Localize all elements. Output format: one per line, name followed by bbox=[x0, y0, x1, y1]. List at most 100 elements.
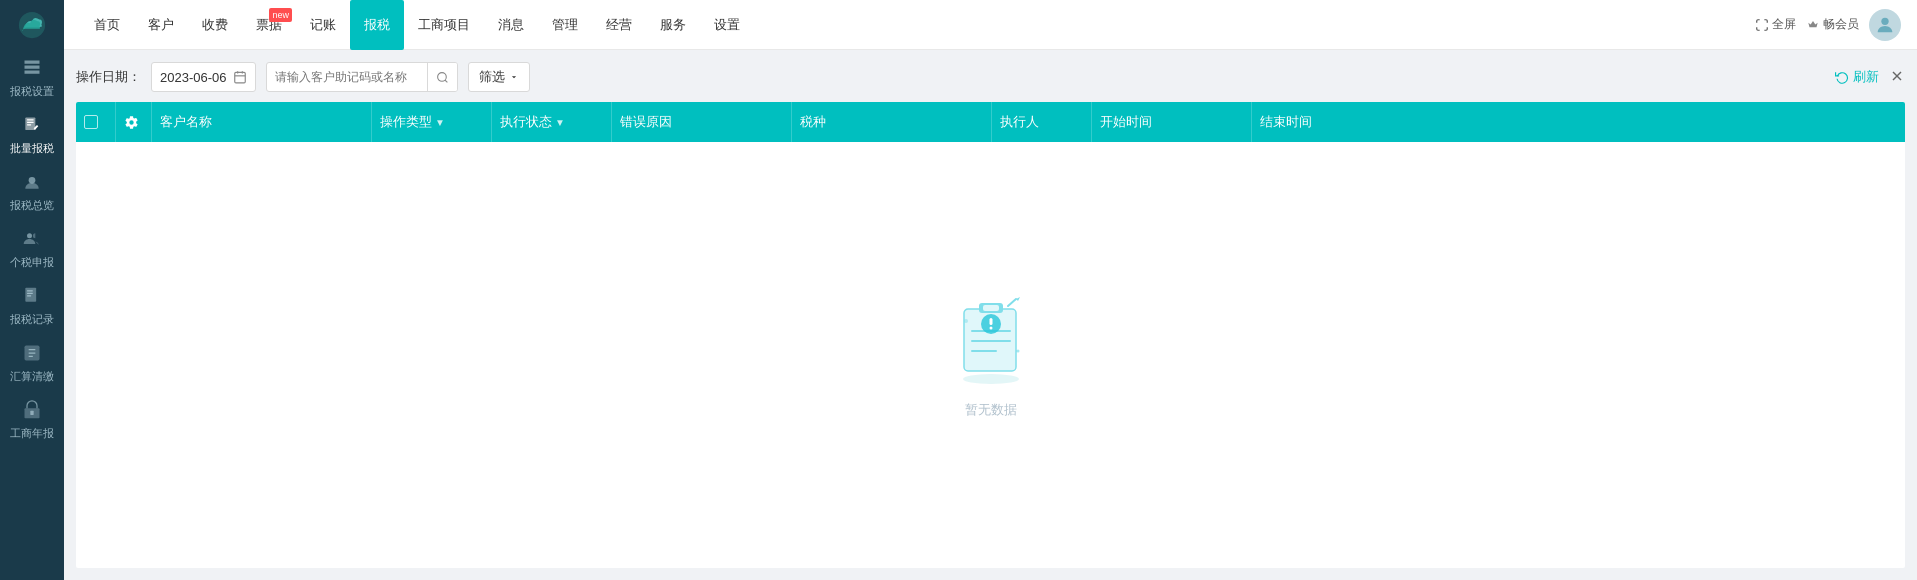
nav-shezhi[interactable]: 设置 bbox=[700, 0, 754, 50]
sidebar-item-piliangbaoshui[interactable]: 批量报税 bbox=[0, 107, 64, 164]
geshui-icon bbox=[22, 229, 42, 252]
svg-rect-9 bbox=[27, 293, 33, 294]
sidebar: 报税设置 批量报税 报税总览 个税申报 报税记录 汇算清缴 工商 bbox=[0, 0, 64, 580]
svg-rect-13 bbox=[30, 411, 33, 415]
svg-point-32 bbox=[989, 327, 992, 330]
svg-marker-34 bbox=[1016, 297, 1020, 301]
nav-home[interactable]: 首页 bbox=[80, 0, 134, 50]
sidebar-item-label: 汇算清缴 bbox=[10, 369, 54, 384]
svg-rect-8 bbox=[27, 290, 33, 291]
th-op-type[interactable]: 操作类型 ▼ bbox=[372, 102, 492, 142]
svg-point-23 bbox=[963, 374, 1019, 384]
baoshui-shezhi-icon bbox=[22, 58, 42, 81]
th-end-time: 结束时间 bbox=[1252, 102, 1372, 142]
sidebar-item-label: 个税申报 bbox=[10, 255, 54, 270]
table-body: 暂无数据 bbox=[76, 142, 1905, 568]
sidebar-item-huisuan[interactable]: 汇算清缴 bbox=[0, 335, 64, 392]
svg-line-33 bbox=[1008, 299, 1016, 306]
nav-jizhi[interactable]: 记账 bbox=[296, 0, 350, 50]
svg-point-14 bbox=[1881, 17, 1888, 24]
nav-piao[interactable]: 票据 new bbox=[242, 0, 296, 50]
fullscreen-button[interactable]: 全屏 bbox=[1755, 16, 1796, 33]
empty-state: 暂无数据 bbox=[76, 142, 1905, 568]
select-all-checkbox[interactable] bbox=[84, 115, 98, 129]
svg-rect-2 bbox=[27, 119, 34, 120]
nav-xiaoxi[interactable]: 消息 bbox=[484, 0, 538, 50]
nav-customer[interactable]: 客户 bbox=[134, 0, 188, 50]
th-executor: 执行人 bbox=[992, 102, 1092, 142]
sidebar-item-baoshuizonglan[interactable]: 报税总览 bbox=[0, 164, 64, 221]
refresh-icon bbox=[1835, 70, 1849, 84]
content-area: 操作日期： 2023-06-06 筛选 bbox=[64, 50, 1917, 580]
svg-line-20 bbox=[445, 80, 447, 82]
main-area: 首页 客户 收费 票据 new 记账 报税 工商项目 消息 管理 经营 服务 设… bbox=[64, 0, 1917, 580]
table-header: 客户名称 操作类型 ▼ 执行状态 ▼ 错误原因 税种 bbox=[76, 102, 1905, 142]
svg-rect-3 bbox=[27, 122, 34, 123]
svg-point-6 bbox=[27, 233, 32, 238]
sidebar-item-gongshangnianb[interactable]: 工商年报 bbox=[0, 392, 64, 449]
nav-baoshui[interactable]: 报税 bbox=[350, 0, 404, 50]
filter-button[interactable]: 筛选 bbox=[468, 62, 530, 92]
svg-rect-15 bbox=[234, 72, 245, 83]
toolbar: 操作日期： 2023-06-06 筛选 bbox=[76, 62, 1905, 92]
search-icon bbox=[436, 71, 449, 84]
baoshuizonglan-icon bbox=[22, 172, 42, 195]
topnav-right: 全屏 畅会员 bbox=[1755, 9, 1901, 41]
sidebar-item-label: 批量报税 bbox=[10, 141, 54, 156]
empty-illustration bbox=[946, 291, 1036, 391]
sidebar-item-baoshui-shezhi[interactable]: 报税设置 bbox=[0, 50, 64, 107]
svg-rect-26 bbox=[983, 305, 999, 311]
user-avatar[interactable] bbox=[1869, 9, 1901, 41]
close-button[interactable] bbox=[1889, 68, 1905, 87]
svg-rect-7 bbox=[25, 288, 36, 302]
nav-jingying[interactable]: 经营 bbox=[592, 0, 646, 50]
nav-shoufei[interactable]: 收费 bbox=[188, 0, 242, 50]
nav-guanli[interactable]: 管理 bbox=[538, 0, 592, 50]
svg-point-19 bbox=[437, 72, 446, 81]
sidebar-item-baoshuijilu[interactable]: 报税记录 bbox=[0, 278, 64, 335]
sidebar-item-label: 报税记录 bbox=[10, 312, 54, 327]
sidebar-item-label: 报税设置 bbox=[10, 84, 54, 99]
nav-fuwu[interactable]: 服务 bbox=[646, 0, 700, 50]
svg-rect-4 bbox=[27, 124, 31, 125]
th-checkbox bbox=[76, 102, 116, 142]
filter-chevron-icon bbox=[509, 72, 519, 82]
th-customer: 客户名称 bbox=[152, 102, 372, 142]
th-error-reason: 错误原因 bbox=[612, 102, 792, 142]
sidebar-item-geshui[interactable]: 个税申报 bbox=[0, 221, 64, 278]
date-picker[interactable]: 2023-06-06 bbox=[151, 62, 256, 92]
app-logo[interactable] bbox=[0, 0, 64, 50]
search-button[interactable] bbox=[427, 62, 457, 92]
svg-rect-31 bbox=[989, 318, 992, 325]
vip-button[interactable]: 畅会员 bbox=[1806, 16, 1859, 33]
sidebar-item-label: 工商年报 bbox=[10, 426, 54, 441]
th-tax-type: 税种 bbox=[792, 102, 992, 142]
huisuan-icon bbox=[22, 343, 42, 366]
th-exec-status[interactable]: 执行状态 ▼ bbox=[492, 102, 612, 142]
svg-rect-10 bbox=[27, 295, 31, 296]
svg-point-36 bbox=[1016, 350, 1019, 353]
baoshuijilu-icon bbox=[22, 286, 42, 309]
th-start-time: 开始时间 bbox=[1092, 102, 1252, 142]
search-input[interactable] bbox=[267, 70, 427, 84]
svg-point-5 bbox=[29, 177, 36, 184]
column-settings-icon[interactable] bbox=[124, 115, 139, 130]
op-type-sort-icon: ▼ bbox=[435, 117, 445, 128]
page: 操作日期： 2023-06-06 筛选 bbox=[64, 50, 1917, 580]
fullscreen-icon bbox=[1755, 18, 1769, 32]
data-table: 客户名称 操作类型 ▼ 执行状态 ▼ 错误原因 税种 bbox=[76, 102, 1905, 568]
vip-icon bbox=[1806, 18, 1820, 32]
avatar-icon bbox=[1874, 14, 1896, 36]
svg-point-35 bbox=[964, 319, 968, 323]
close-icon bbox=[1889, 68, 1905, 84]
exec-status-sort-icon: ▼ bbox=[555, 117, 565, 128]
piliangbaoshui-icon bbox=[22, 115, 42, 138]
refresh-button[interactable]: 刷新 bbox=[1835, 68, 1879, 86]
toolbar-right: 刷新 bbox=[1835, 68, 1905, 87]
nav-gongshang[interactable]: 工商项目 bbox=[404, 0, 484, 50]
search-wrap bbox=[266, 62, 458, 92]
date-label: 操作日期： bbox=[76, 68, 141, 86]
th-settings bbox=[116, 102, 152, 142]
piao-badge: new bbox=[269, 8, 292, 22]
gongshangnianb-icon bbox=[22, 400, 42, 423]
